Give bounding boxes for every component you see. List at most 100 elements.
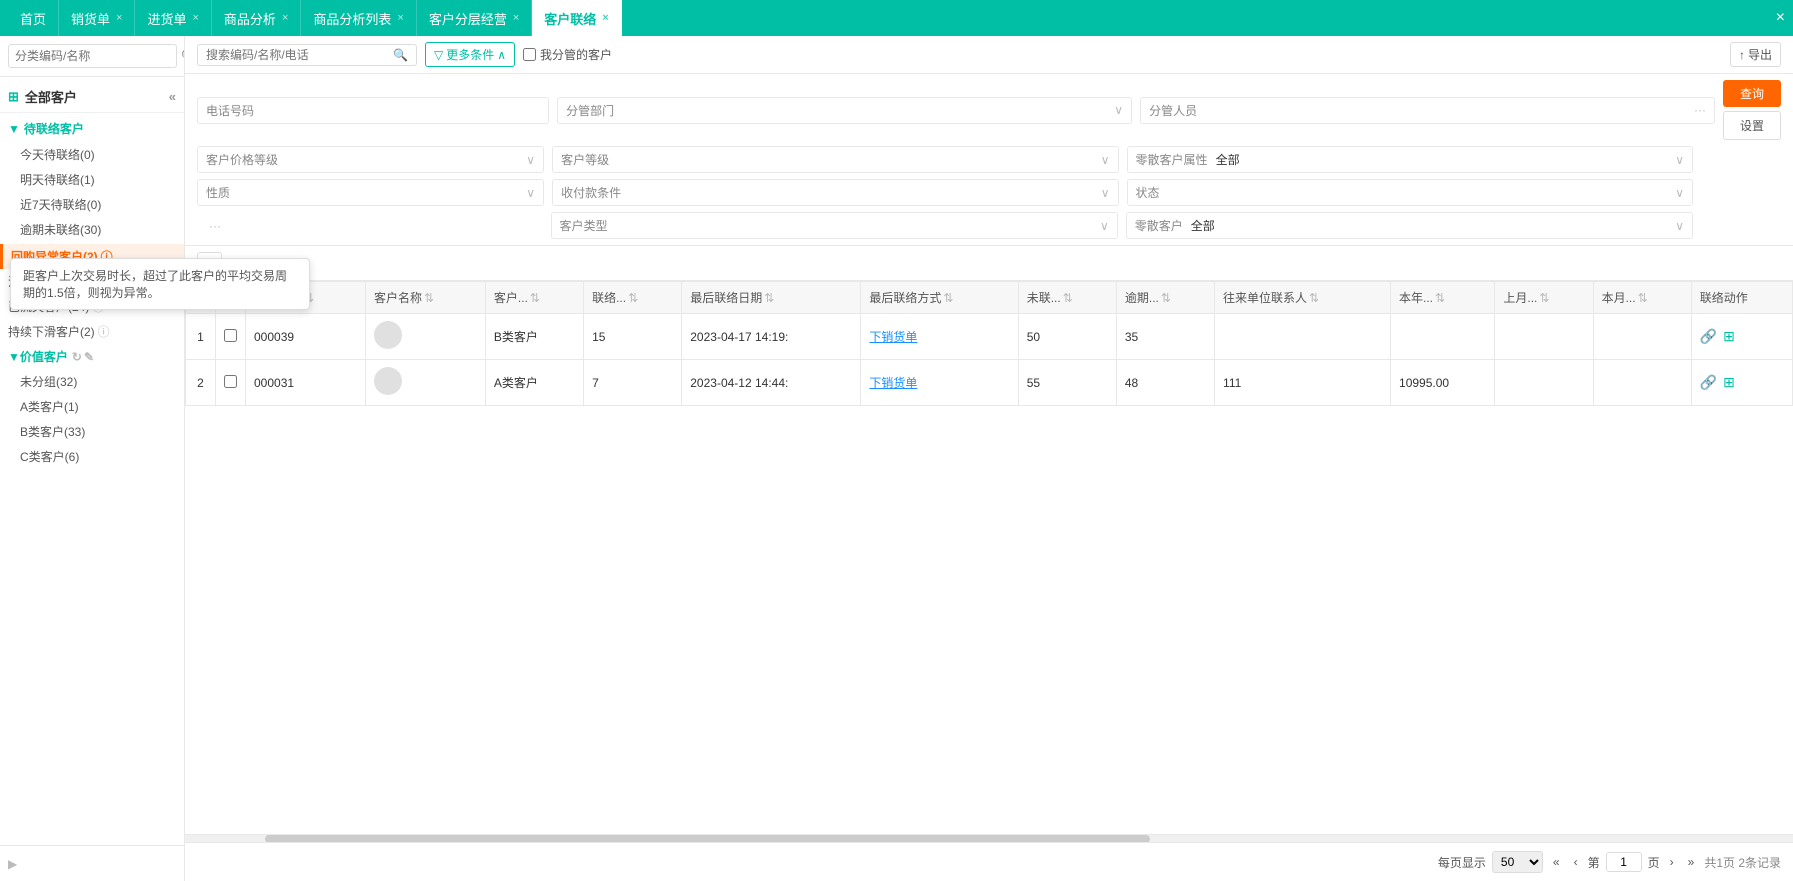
page-label: 第: [1588, 854, 1600, 871]
search-icon[interactable]: 🔍: [393, 48, 408, 62]
sidebar-item-declining[interactable]: 持续下滑客户(2) ⓘ: [0, 319, 184, 344]
col-last-method: 最后联络方式⇅: [861, 282, 1018, 314]
nav-customer-tier-close[interactable]: ×: [513, 12, 519, 24]
value-group-refresh-icon[interactable]: ↻: [72, 350, 82, 364]
sort-unitcontact-icon[interactable]: ⇅: [1309, 291, 1319, 305]
nav-analysis[interactable]: 商品分析 ×: [212, 0, 301, 36]
filter-row-1: 电话号码 分管部门 ∨ 分管人员 ··· 查询 设置: [197, 80, 1781, 140]
export-icon: ↑: [1739, 48, 1745, 62]
per-page-label: 每页显示: [1438, 854, 1486, 871]
search-input[interactable]: [206, 48, 389, 62]
filter-customer-type-label: 客户类型: [560, 217, 608, 234]
row1-lastmethod-link[interactable]: 下销货单: [869, 330, 917, 344]
tree-value-group-header[interactable]: ▼ 价值客户 ↻ ✎: [0, 344, 184, 369]
per-page-select[interactable]: 50 100 200: [1492, 851, 1543, 873]
filter-scatter-attr-chevron: ∨: [1675, 153, 1684, 167]
advanced-filter: 电话号码 分管部门 ∨ 分管人员 ··· 查询 设置: [185, 74, 1793, 246]
row2-lastmethod-link[interactable]: 下销货单: [869, 376, 917, 390]
row2-lastmethod[interactable]: 下销货单: [861, 360, 1018, 406]
filter-customer-level[interactable]: 客户等级 ∨: [552, 146, 1118, 173]
window-close-button[interactable]: ×: [1776, 9, 1785, 27]
tree-collapse-icon[interactable]: «: [169, 89, 176, 104]
nav-sales-close[interactable]: ×: [116, 12, 122, 24]
sort-method-icon[interactable]: ⇅: [943, 291, 953, 305]
sidebar-item-class-a[interactable]: A类客户(1): [0, 394, 184, 419]
nav-analysis-list-close[interactable]: ×: [397, 12, 403, 24]
sort-contact-icon[interactable]: ⇅: [628, 291, 638, 305]
sidebar-item-7days[interactable]: 近7天待联络(0): [0, 192, 184, 217]
row1-link-icon[interactable]: 🔗: [1700, 328, 1717, 345]
filter-customer-type[interactable]: 客户类型 ∨: [551, 212, 1118, 239]
my-customer-checkbox[interactable]: 我分管的客户: [523, 46, 612, 63]
sidebar-item-overdue[interactable]: 逾期未联络(30): [0, 217, 184, 242]
sort-overdue-icon[interactable]: ⇅: [1161, 291, 1171, 305]
setting-button[interactable]: 设置: [1723, 111, 1781, 140]
filter-payment[interactable]: 收付款条件 ∨: [552, 179, 1118, 206]
sidebar-item-today[interactable]: 今天待联络(0): [0, 142, 184, 167]
sidebar-item-class-c[interactable]: C类客户(6): [0, 444, 184, 469]
row2-qr-icon[interactable]: ⊞: [1723, 374, 1735, 391]
query-button[interactable]: 查询: [1723, 80, 1781, 107]
row1-checkbox[interactable]: [224, 329, 237, 342]
filter-status-label: 状态: [1136, 184, 1160, 201]
info-icon-declining: ⓘ: [98, 323, 110, 340]
row2-thismonth: [1593, 360, 1691, 406]
tree-section-pending-header[interactable]: ▼ 待联络客户: [0, 115, 184, 142]
prev-page-button[interactable]: ‹: [1570, 853, 1582, 871]
value-group-edit-icon[interactable]: ✎: [84, 350, 94, 364]
tree-section-pending-label: 待联络客户: [24, 120, 84, 137]
my-customer-input[interactable]: [523, 48, 536, 61]
filter-person-input[interactable]: [1201, 103, 1690, 117]
filter-status[interactable]: 状态 ∨: [1127, 179, 1693, 206]
filter-price-level[interactable]: 客户价格等级 ∨: [197, 146, 544, 173]
nav-analysis-list[interactable]: 商品分析列表 ×: [301, 0, 416, 36]
filter-phone-input[interactable]: [258, 103, 540, 117]
sidebar-item-tomorrow[interactable]: 明天待联络(1): [0, 167, 184, 192]
filter-nature[interactable]: 性质 ∨: [197, 179, 544, 206]
filter-person[interactable]: 分管人员 ···: [1140, 97, 1715, 124]
next-page-button[interactable]: ›: [1666, 853, 1678, 871]
nav-customer-contact-close[interactable]: ×: [602, 12, 608, 24]
sort-thisyear-icon[interactable]: ⇅: [1435, 291, 1445, 305]
nav-customer-contact[interactable]: 客户联络 ×: [532, 0, 621, 36]
nav-purchase-close[interactable]: ×: [192, 12, 198, 24]
sort-notcontact-icon[interactable]: ⇅: [1063, 291, 1073, 305]
sidebar-item-class-b[interactable]: B类客户(33): [0, 419, 184, 444]
nav-analysis-label: 商品分析: [224, 9, 276, 28]
filter-dept[interactable]: 分管部门 ∨: [557, 97, 1132, 124]
filter-nature-chevron: ∨: [526, 186, 535, 200]
row2-link-icon[interactable]: 🔗: [1700, 374, 1717, 391]
table-row: 1 000039 B类客户 15 2023-04-17 14:19:: [186, 314, 1793, 360]
sidebar-search-input[interactable]: [8, 44, 177, 68]
last-page-button[interactable]: »: [1684, 853, 1699, 871]
sort-lastdate-icon[interactable]: ⇅: [764, 291, 774, 305]
row1-qr-icon[interactable]: ⊞: [1723, 328, 1735, 345]
filter-row-2: 客户价格等级 ∨ 客户等级 ∨ 零散客户属性 全部 ∨: [197, 146, 1781, 173]
more-conditions-button[interactable]: ▽ 更多条件 ∧: [425, 42, 515, 67]
first-page-button[interactable]: «: [1549, 853, 1564, 871]
nav-purchase[interactable]: 进货单 ×: [135, 0, 211, 36]
nav-home[interactable]: 首页: [8, 0, 59, 36]
filter-dept-input[interactable]: [618, 103, 1110, 117]
row1-level: B类客户: [485, 314, 583, 360]
filter-scatter-customer[interactable]: 零散客户 全部 ∨: [1126, 212, 1693, 239]
sort-lastmonth-icon[interactable]: ⇅: [1539, 291, 1549, 305]
sort-level-icon[interactable]: ⇅: [530, 291, 540, 305]
nav-analysis-list-label: 商品分析列表: [313, 9, 391, 28]
nav-customer-tier[interactable]: 客户分层经营 ×: [417, 0, 532, 36]
nav-analysis-close[interactable]: ×: [282, 12, 288, 24]
row2-checkbox[interactable]: [224, 375, 237, 388]
sidebar-item-ungrouped[interactable]: 未分组(32): [0, 369, 184, 394]
tree-root-all-customers[interactable]: ⊞ 全部客户 «: [0, 81, 184, 113]
row1-thismonth: [1593, 314, 1691, 360]
current-page-input[interactable]: [1606, 852, 1642, 872]
sort-thismonth-icon[interactable]: ⇅: [1638, 291, 1648, 305]
filter-scatter-attr[interactable]: 零散客户属性 全部 ∨: [1127, 146, 1693, 173]
row1-lastmethod[interactable]: 下销货单: [861, 314, 1018, 360]
export-button[interactable]: ↑ 导出: [1730, 42, 1781, 67]
row1-avatar: [374, 321, 402, 349]
nav-sales[interactable]: 销货单 ×: [59, 0, 135, 36]
horizontal-scrollbar[interactable]: [185, 834, 1793, 842]
sort-name-icon[interactable]: ⇅: [424, 291, 434, 305]
filter-nature-label: 性质: [206, 184, 230, 201]
